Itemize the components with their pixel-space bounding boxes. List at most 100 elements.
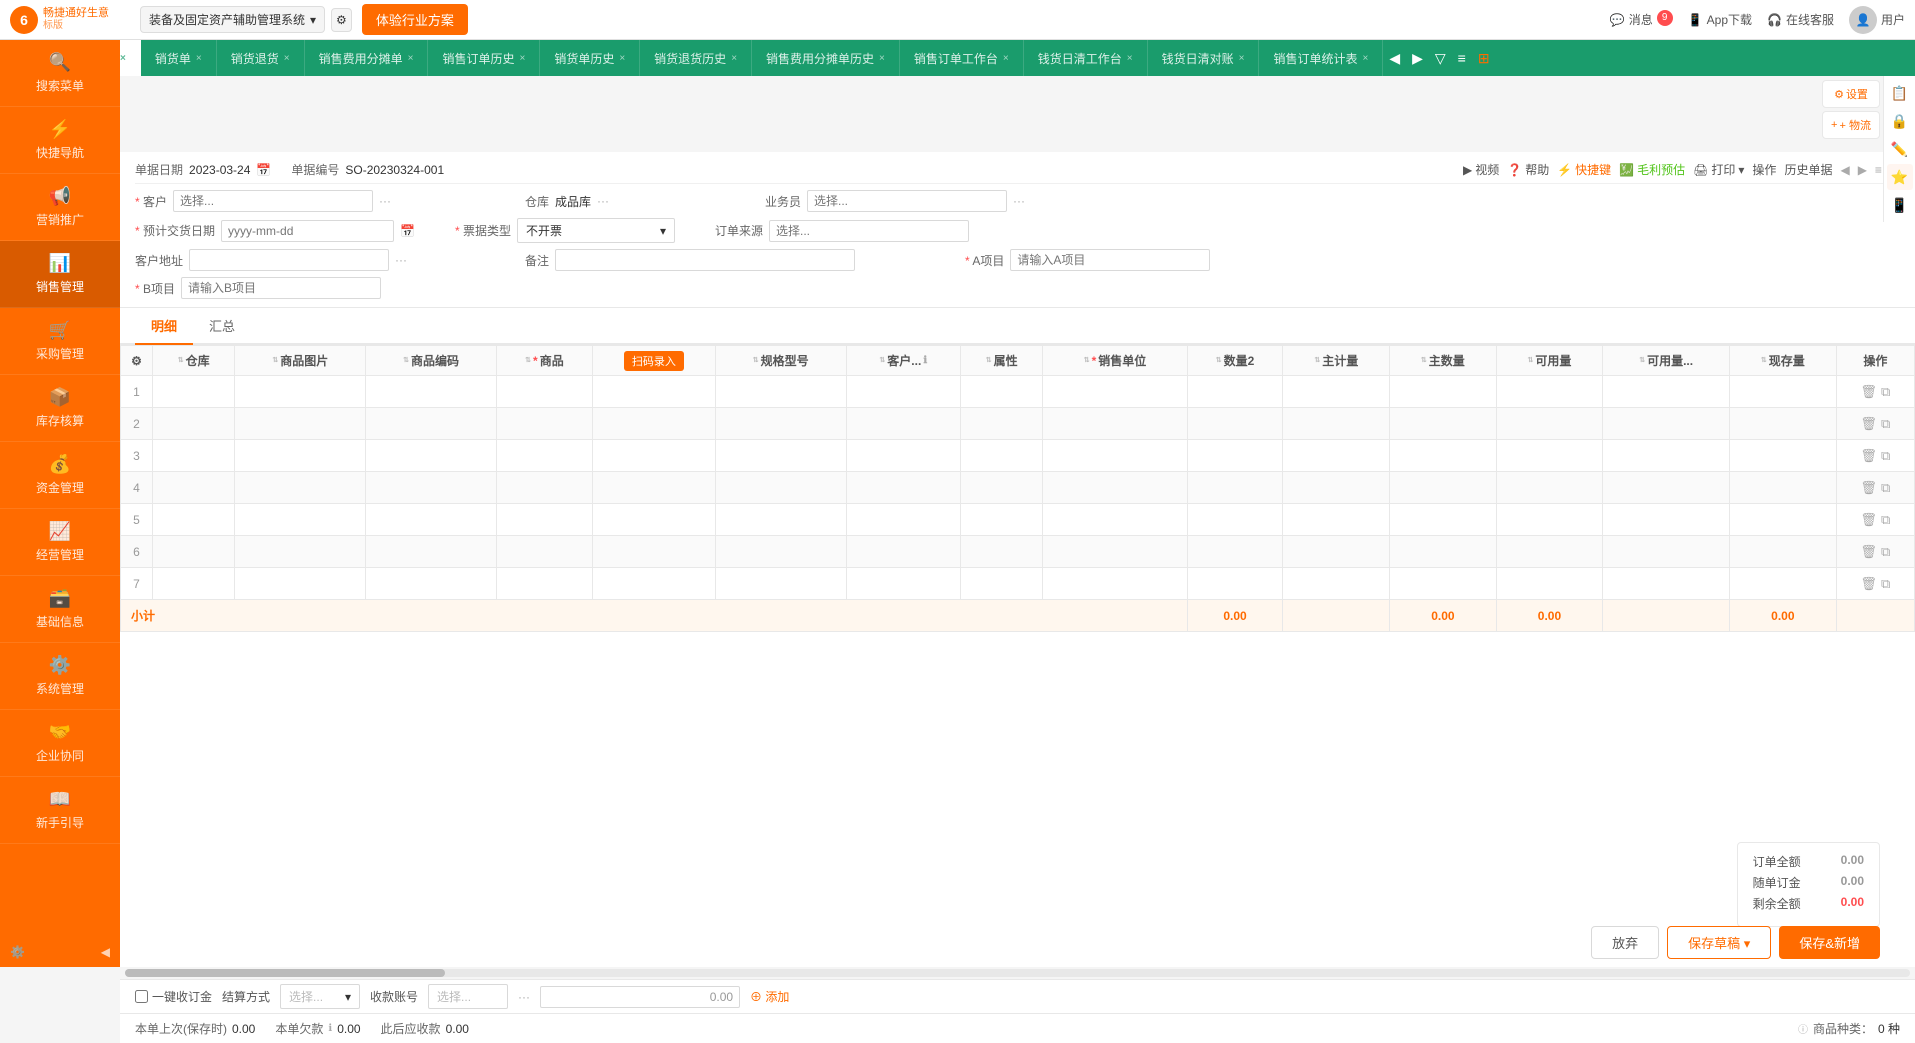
- row-delete-icon[interactable]: 🗑: [1860, 512, 1877, 528]
- message-btn[interactable]: 💬 消息 9: [1610, 11, 1673, 28]
- account-select[interactable]: 选择...: [428, 984, 508, 1009]
- row-delete-icon[interactable]: 🗑: [1860, 576, 1877, 592]
- row-copy-icon[interactable]: ⧉: [1881, 480, 1890, 496]
- pagination-prev-icon[interactable]: ◀: [1840, 163, 1849, 177]
- row-delete-icon[interactable]: 🗑: [1860, 384, 1877, 400]
- right-panel-lock-btn[interactable]: 🔒: [1887, 108, 1913, 134]
- row-copy-icon[interactable]: ⧉: [1881, 512, 1890, 528]
- customer-addr-input[interactable]: [189, 249, 389, 271]
- sidebar-settings-icon[interactable]: ⚙️: [10, 945, 25, 959]
- sidebar-item-sales[interactable]: 📊 销售管理: [0, 241, 120, 308]
- sidebar-item-inventory[interactable]: 📦 库存核算: [0, 375, 120, 442]
- data-table-wrapper[interactable]: ⚙ ⇅仓库 ⇅商品图片 ⇅商品编码 ⇅*商品 扫码录入: [120, 345, 1915, 967]
- close-icon[interactable]: ×: [408, 53, 414, 64]
- app-download-btn[interactable]: 📱 App下载: [1688, 11, 1752, 28]
- sort-icon[interactable]: ⇅: [403, 357, 409, 364]
- sort-icon[interactable]: ⇅: [1216, 357, 1222, 364]
- sidebar-item-marketing[interactable]: 📢 营销推广: [0, 174, 120, 241]
- close-icon[interactable]: ×: [519, 53, 525, 64]
- sidebar-item-guide[interactable]: 📖 新手引导: [0, 777, 120, 844]
- tab-sales-goods[interactable]: 销货单×: [141, 40, 217, 76]
- tab-sales-return[interactable]: 销货退货×: [217, 40, 305, 76]
- account-dots[interactable]: ···: [518, 990, 530, 1004]
- tab-prev-arrow[interactable]: ◀: [1383, 40, 1406, 76]
- settings-icon-btn[interactable]: ⚙: [331, 8, 352, 32]
- sort-icon[interactable]: ⇅: [178, 357, 184, 364]
- save-new-button[interactable]: 保存&新增: [1779, 926, 1880, 959]
- scroll-thumb[interactable]: [125, 969, 445, 977]
- sort-icon[interactable]: ⇅: [1639, 357, 1645, 364]
- discard-button[interactable]: 放弃: [1591, 926, 1659, 959]
- customer-dots[interactable]: ···: [379, 194, 391, 208]
- sidebar-item-system[interactable]: ⚙️ 系统管理: [0, 643, 120, 710]
- row-copy-icon[interactable]: ⧉: [1881, 448, 1890, 464]
- addr-dots[interactable]: ···: [395, 253, 407, 267]
- user-btn[interactable]: 👤 用户: [1849, 6, 1905, 34]
- close-icon[interactable]: ×: [284, 53, 290, 64]
- close-icon[interactable]: ×: [120, 53, 126, 64]
- salesperson-dots[interactable]: ···: [1013, 194, 1025, 208]
- sort-icon[interactable]: ⇅: [879, 357, 885, 364]
- sidebar-collapse-icon[interactable]: ◀: [101, 945, 110, 959]
- scan-input-btn[interactable]: 扫码录入: [624, 351, 684, 371]
- scroll-track[interactable]: [125, 969, 1910, 977]
- sort-icon[interactable]: ⇅: [1084, 357, 1090, 364]
- invoice-type-select[interactable]: 不开票 ▾: [517, 218, 675, 243]
- tab-order-workbench[interactable]: 销售订单工作台×: [900, 40, 1024, 76]
- tab-return-hist[interactable]: 销货退货历史×: [640, 40, 752, 76]
- help-btn[interactable]: ❓ 帮助: [1507, 161, 1549, 178]
- print-btn[interactable]: 🖨 打印 ▾: [1693, 161, 1744, 178]
- sort-icon[interactable]: ⇅: [1528, 357, 1534, 364]
- close-icon[interactable]: ×: [196, 53, 202, 64]
- sort-icon[interactable]: ⇅: [1421, 357, 1427, 364]
- sort-icon[interactable]: ⇅: [986, 357, 992, 364]
- pagination-next-icon[interactable]: ▶: [1858, 163, 1867, 177]
- tab-sales-order-hist[interactable]: 销售订单历史×: [428, 40, 540, 76]
- system-selector[interactable]: 装备及固定资产辅助管理系统 ▾: [140, 6, 325, 33]
- b-project-input[interactable]: [181, 277, 381, 299]
- tab-daily-workbench[interactable]: 钱货日清工作台×: [1024, 40, 1148, 76]
- right-panel-clipboard-btn[interactable]: 📋: [1887, 80, 1913, 106]
- tab-expense-hist[interactable]: 销售费用分摊单历史×: [752, 40, 900, 76]
- a-project-input[interactable]: [1010, 249, 1210, 271]
- sidebar-item-search[interactable]: 🔍 搜索菜单: [0, 40, 120, 107]
- right-panel-star-btn[interactable]: ⭐: [1887, 164, 1913, 190]
- sidebar-item-cooperation[interactable]: 🤝 企业协同: [0, 710, 120, 777]
- view-video-btn[interactable]: ▶ 视频: [1463, 161, 1499, 178]
- close-icon[interactable]: ×: [1239, 53, 1245, 64]
- tab-goods-hist[interactable]: 销货单历史×: [540, 40, 640, 76]
- tab-sales-stat[interactable]: 销售订单统计表×: [1259, 40, 1383, 76]
- delivery-date-input[interactable]: [221, 220, 394, 242]
- sort-icon[interactable]: ⇅: [1761, 357, 1767, 364]
- tab-next-arrow[interactable]: ▶: [1406, 40, 1429, 76]
- online-service-btn[interactable]: 🎧 在线客服: [1767, 11, 1834, 28]
- list-view-icon[interactable]: ≡: [1875, 163, 1882, 177]
- tab-expand-arrow[interactable]: ▽: [1429, 40, 1452, 76]
- deposit-checkbox-input[interactable]: [135, 990, 148, 1003]
- sort-icon[interactable]: ⇅: [1314, 357, 1320, 364]
- deposit-amount-input[interactable]: [540, 986, 740, 1008]
- right-panel-mobile-btn[interactable]: 📱: [1887, 192, 1913, 218]
- row-delete-icon[interactable]: 🗑: [1860, 448, 1877, 464]
- row-delete-icon[interactable]: 🗑: [1860, 480, 1877, 496]
- table-settings-icon[interactable]: ⚙: [131, 354, 142, 368]
- col-header-settings[interactable]: ⚙: [121, 346, 153, 376]
- industry-plan-button[interactable]: 体验行业方案: [362, 4, 468, 35]
- sort-icon[interactable]: ⇅: [272, 357, 278, 364]
- note-input[interactable]: [555, 249, 855, 271]
- payment-method-select[interactable]: 选择... ▾: [280, 984, 360, 1009]
- tab-daily-reconcile[interactable]: 钱货日清对账×: [1148, 40, 1260, 76]
- tab-sales-expense[interactable]: 销售费用分摊单×: [305, 40, 429, 76]
- warehouse-dots[interactable]: ···: [597, 194, 609, 208]
- close-icon[interactable]: ×: [1362, 53, 1368, 64]
- detail-tab-detail[interactable]: 明细: [135, 308, 193, 345]
- history-btn[interactable]: 历史单据: [1784, 161, 1832, 178]
- close-icon[interactable]: ×: [731, 53, 737, 64]
- row-delete-icon[interactable]: 🗑: [1860, 544, 1877, 560]
- calendar-icon[interactable]: 📅: [256, 163, 271, 177]
- right-panel-edit-btn[interactable]: ✏️: [1887, 136, 1913, 162]
- add-payment-btn[interactable]: ⊕ 添加: [750, 988, 789, 1005]
- salesperson-input[interactable]: [807, 190, 1007, 212]
- row-copy-icon[interactable]: ⧉: [1881, 384, 1890, 400]
- tab-list-icon[interactable]: ≡: [1452, 40, 1472, 76]
